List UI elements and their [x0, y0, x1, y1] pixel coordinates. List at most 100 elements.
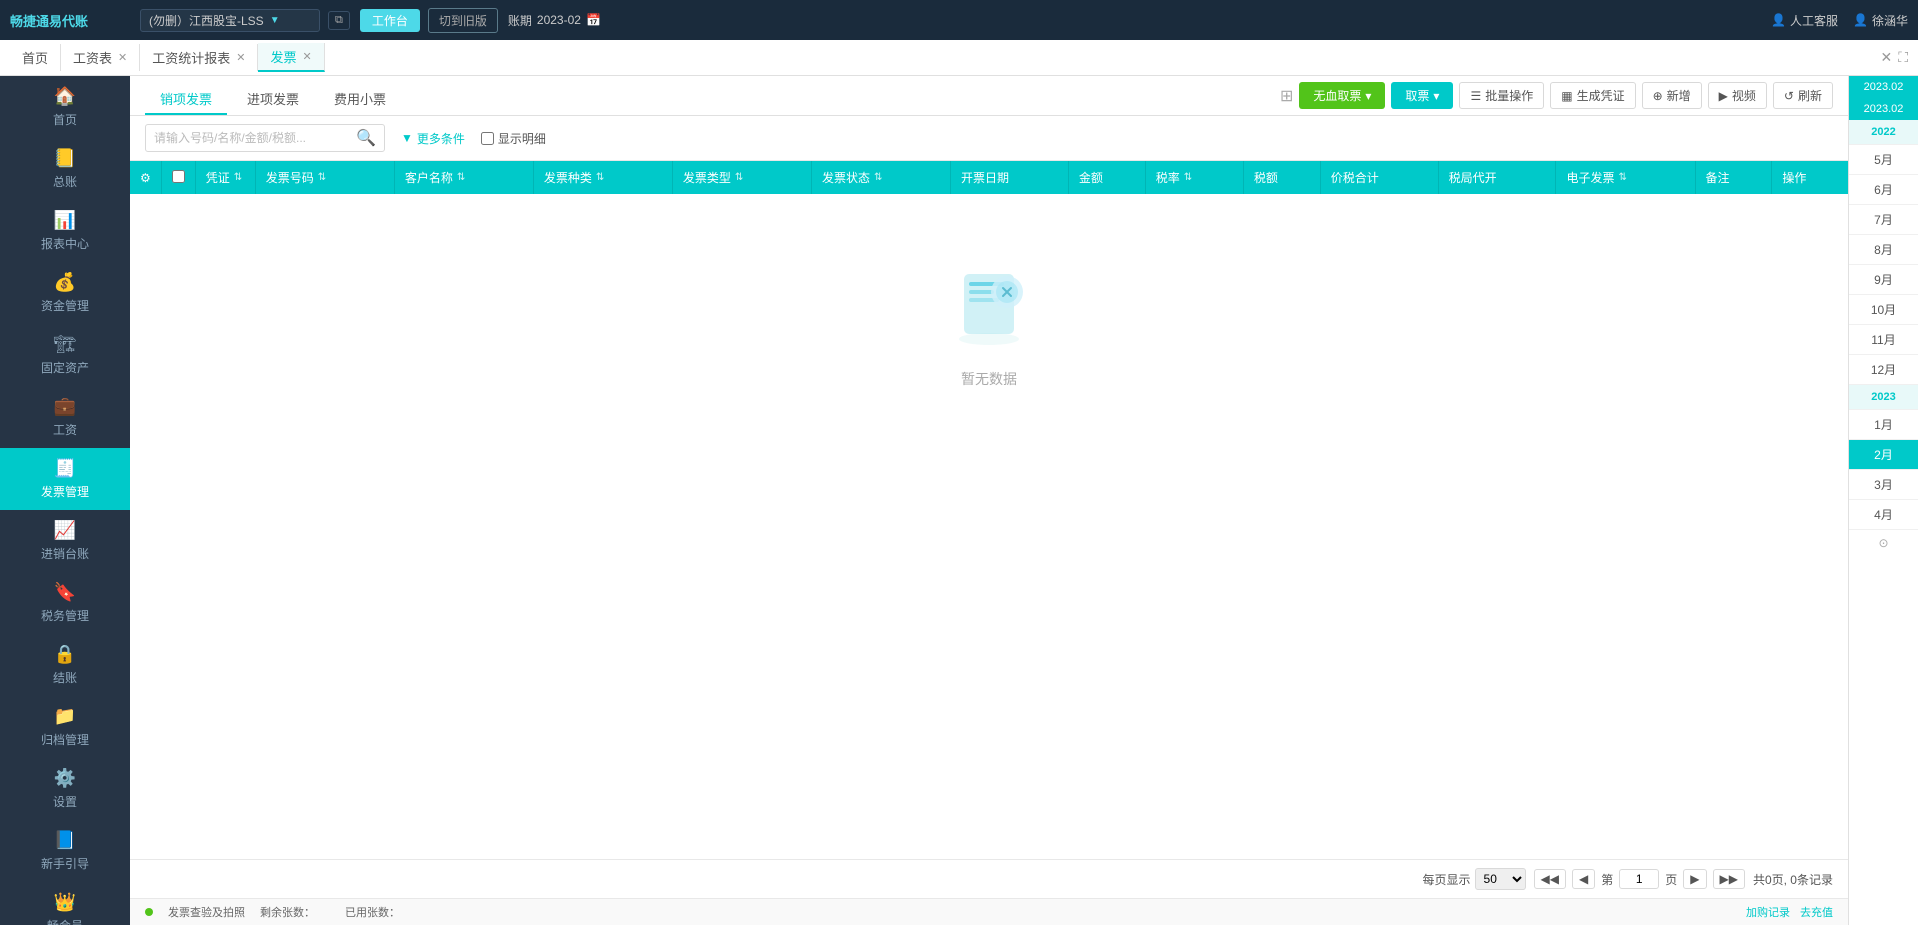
user-area[interactable]: 👤 徐涵华: [1853, 12, 1908, 29]
tab-invoice-close[interactable]: ✕: [303, 50, 312, 63]
batch-ops-icon: ☰: [1470, 89, 1481, 103]
date-month-6[interactable]: 6月: [1849, 175, 1918, 205]
date-month-3[interactable]: 3月: [1849, 470, 1918, 500]
company-selector[interactable]: (勿删）江西股宝-LSS ▼: [140, 9, 320, 32]
next-page-btn[interactable]: ▶: [1683, 869, 1706, 889]
date-panel-header-2[interactable]: 2023.02: [1849, 98, 1918, 120]
video-btn[interactable]: ▶ 视频: [1708, 82, 1767, 109]
sub-tab-expense[interactable]: 费用小票: [319, 84, 401, 115]
col-settings[interactable]: ⚙: [130, 161, 161, 194]
invoice-table: ⚙ 凭证 ⇅: [130, 161, 1848, 194]
e-invoice-sort-icon[interactable]: ⇅: [1618, 172, 1626, 183]
sidebar-item-assets[interactable]: 🏗 固定资产: [0, 324, 130, 386]
date-month-1[interactable]: 1月: [1849, 410, 1918, 440]
date-month-2-active[interactable]: 2月: [1849, 440, 1918, 470]
empty-state: 暂无数据: [130, 194, 1848, 449]
guide-icon: 📘: [54, 830, 76, 851]
col-amount-label: 金额: [1079, 171, 1103, 185]
sidebar-item-invoice[interactable]: 🧾 发票管理: [0, 448, 130, 510]
video-label: 视频: [1732, 87, 1756, 104]
tab-invoice[interactable]: 发票 ✕: [258, 43, 324, 72]
no-cancel-btn[interactable]: 无血取票 ▾: [1299, 82, 1385, 109]
gen-voucher-btn[interactable]: ▦ 生成凭证: [1550, 82, 1635, 109]
date-month-8[interactable]: 8月: [1849, 235, 1918, 265]
date-panel-header-1[interactable]: 2023.02: [1849, 76, 1918, 98]
new-icon: ⊕: [1653, 89, 1663, 103]
sidebar-item-report[interactable]: 📊 报表中心: [0, 200, 130, 262]
date-month-11[interactable]: 11月: [1849, 325, 1918, 355]
sidebar-item-archive[interactable]: 📁 归档管理: [0, 696, 130, 758]
sub-tab-purchase[interactable]: 进项发票: [232, 84, 314, 115]
tax-rate-sort-icon[interactable]: ⇅: [1184, 172, 1192, 183]
search-icon: 🔍: [356, 128, 376, 148]
date-month-4[interactable]: 4月: [1849, 500, 1918, 530]
invoice-type-sort-icon[interactable]: ⇅: [596, 172, 604, 183]
prev-page-btn[interactable]: ◀: [1572, 869, 1595, 889]
grid-view-icon[interactable]: ⊞: [1280, 86, 1293, 106]
date-month-10[interactable]: 10月: [1849, 295, 1918, 325]
company-name: (勿删）江西股宝-LSS: [149, 12, 264, 29]
col-check[interactable]: [161, 161, 195, 194]
first-page-btn[interactable]: ◀◀: [1534, 869, 1566, 889]
sidebar-item-closing[interactable]: 🔒 结账: [0, 634, 130, 696]
date-month-9[interactable]: 9月: [1849, 265, 1918, 295]
tab-salary-stats[interactable]: 工资统计报表 ✕: [140, 44, 258, 71]
tab-actions: ✕ ⛶: [1880, 49, 1908, 66]
tab-salary-stats-close[interactable]: ✕: [236, 51, 245, 64]
filter-btn[interactable]: ▼ 更多条件: [395, 127, 471, 150]
col-invoice-type: 发票种类 ⇅: [533, 161, 672, 194]
date-panel-bottom-icon[interactable]: ⊙: [1849, 530, 1918, 556]
new-btn[interactable]: ⊕ 新增: [1642, 82, 1702, 109]
col-actions: 操作: [1772, 161, 1848, 194]
date-bottom-icon: ⊙: [1878, 536, 1888, 550]
tab-salary[interactable]: 工资表 ✕: [61, 44, 140, 71]
purchase-history-link[interactable]: 加购记录: [1746, 904, 1790, 920]
col-actions-label: 操作: [1782, 171, 1806, 185]
page-size-dropdown[interactable]: 10 20 50 100: [1475, 868, 1526, 890]
col-customer: 客户名称 ⇅: [394, 161, 533, 194]
customer-sort-icon[interactable]: ⇅: [457, 172, 465, 183]
settings-col-icon: ⚙: [140, 171, 151, 185]
sidebar-item-tax[interactable]: 🔖 税务管理: [0, 572, 130, 634]
take-dropdown-icon: ▾: [1433, 89, 1439, 103]
date-month-5[interactable]: 5月: [1849, 145, 1918, 175]
page-input[interactable]: [1619, 869, 1659, 889]
ai-service-btn[interactable]: 👤 人工客服: [1771, 12, 1838, 29]
empty-text: 暂无数据: [961, 369, 1017, 389]
sidebar-item-salary[interactable]: 💼 工资: [0, 386, 130, 448]
sidebar-item-fund[interactable]: 💰 资金管理: [0, 262, 130, 324]
sidebar-label-closing: 结账: [53, 669, 77, 686]
invoice-status-sort-icon[interactable]: ⇅: [874, 172, 882, 183]
copy-button[interactable]: ⧉: [328, 11, 350, 30]
workspace-button[interactable]: 工作台: [360, 9, 420, 32]
recharge-link[interactable]: 去充值: [1800, 904, 1833, 920]
no-cancel-dropdown-icon: ▾: [1365, 89, 1371, 103]
tab-close-all-btn[interactable]: ✕: [1880, 49, 1892, 66]
voucher-sort-icon[interactable]: ⇅: [234, 172, 242, 183]
take-btn[interactable]: 取票 ▾: [1391, 82, 1453, 109]
invoice-no-sort-icon[interactable]: ⇅: [318, 172, 326, 183]
sidebar-item-sales[interactable]: 📈 进销台账: [0, 510, 130, 572]
sidebar-item-ledger[interactable]: 📒 总账: [0, 138, 130, 200]
invoice-cat-sort-icon[interactable]: ⇅: [735, 172, 743, 183]
tab-salary-close[interactable]: ✕: [118, 51, 127, 64]
batch-ops-btn[interactable]: ☰ 批量操作: [1459, 82, 1544, 109]
sidebar-item-member[interactable]: 👑 畅会员: [0, 882, 130, 925]
refresh-btn[interactable]: ↺ 刷新: [1773, 82, 1833, 109]
select-all-checkbox[interactable]: [172, 170, 185, 183]
last-page-btn[interactable]: ▶▶: [1713, 869, 1745, 889]
date-month-12[interactable]: 12月: [1849, 355, 1918, 385]
col-tax-label: 税额: [1254, 171, 1278, 185]
col-invoice-no-label: 发票号码: [266, 169, 314, 186]
sidebar-item-guide[interactable]: 📘 新手引导: [0, 820, 130, 882]
tab-home[interactable]: 首页: [10, 44, 61, 71]
switch-old-button[interactable]: 切到旧版: [428, 8, 498, 33]
search-input[interactable]: [154, 131, 351, 145]
col-invoice-status: 发票状态 ⇅: [811, 161, 950, 194]
tab-expand-btn[interactable]: ⛶: [1898, 49, 1908, 66]
date-month-7[interactable]: 7月: [1849, 205, 1918, 235]
sub-tab-sales[interactable]: 销项发票: [145, 84, 227, 115]
sidebar-item-home[interactable]: 🏠 首页: [0, 76, 130, 138]
display-detail-checkbox[interactable]: [481, 132, 494, 145]
sidebar-item-settings[interactable]: ⚙️ 设置: [0, 758, 130, 820]
